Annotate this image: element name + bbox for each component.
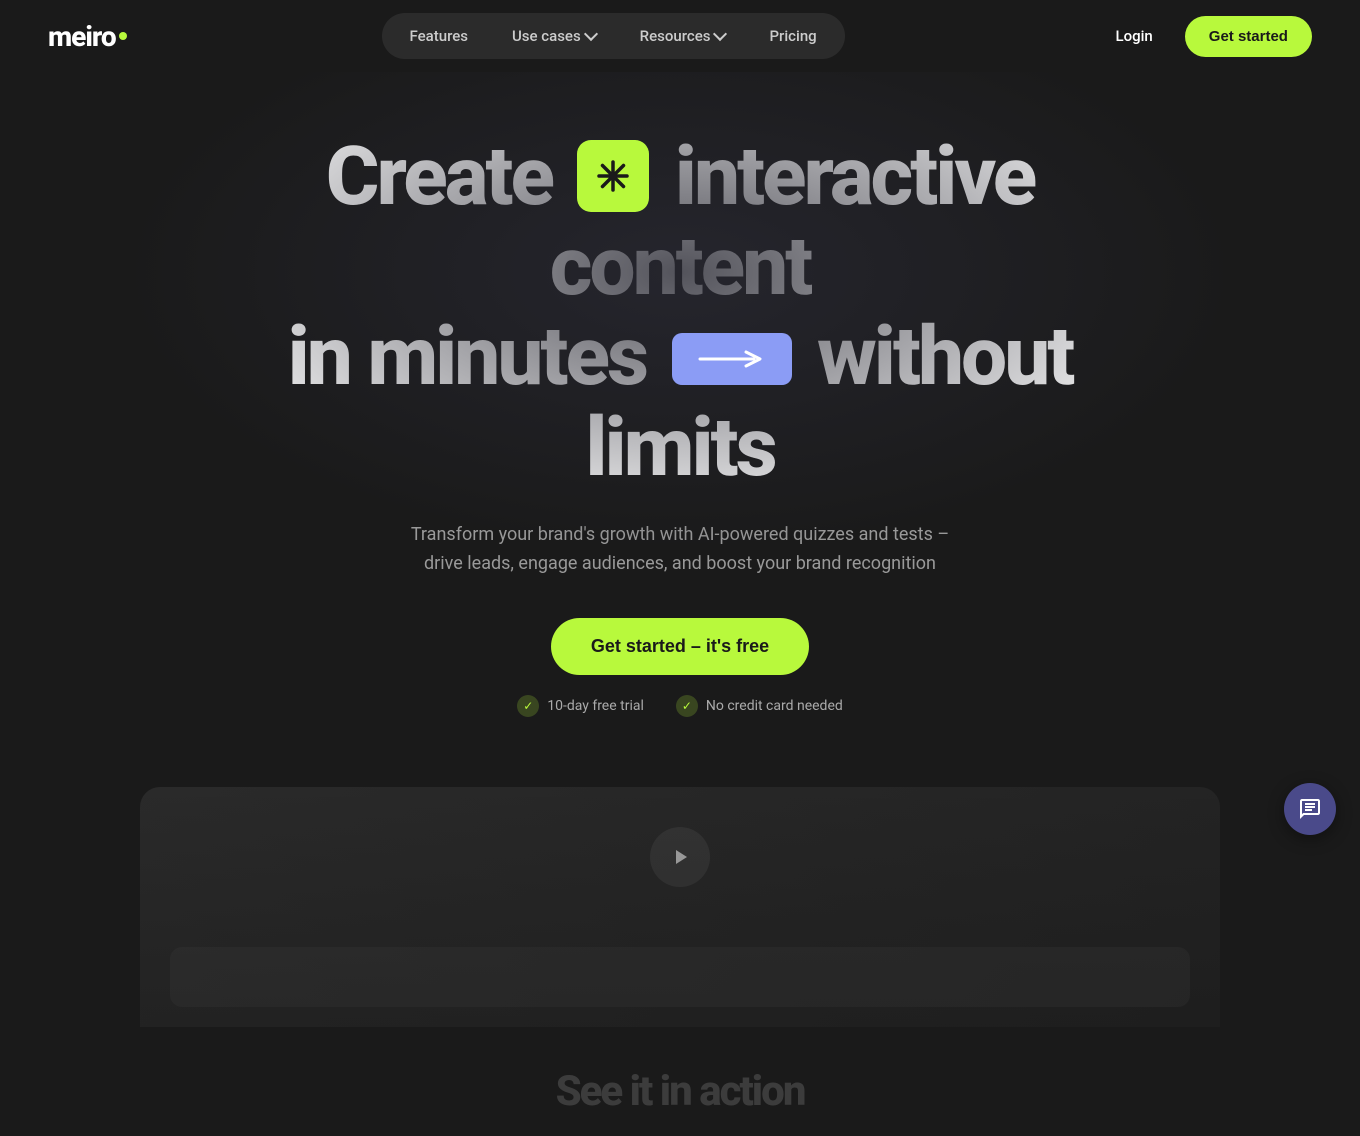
chat-icon bbox=[1298, 797, 1322, 821]
bottom-hint: See it in action bbox=[0, 1027, 1360, 1136]
navbar: meiro Features Use cases Resources Prici… bbox=[0, 0, 1360, 72]
chat-button[interactable] bbox=[1284, 783, 1336, 835]
get-started-nav-button[interactable]: Get started bbox=[1185, 16, 1312, 57]
video-content-bar bbox=[170, 947, 1190, 1007]
hero-section: Create interactive content in minutes wi… bbox=[0, 72, 1360, 777]
login-button[interactable]: Login bbox=[1099, 19, 1168, 53]
nav-right: Login Get started bbox=[1099, 16, 1312, 57]
video-section bbox=[140, 787, 1220, 1027]
ai-icon bbox=[577, 140, 649, 212]
video-wrapper bbox=[0, 787, 1360, 1027]
nav-use-cases[interactable]: Use cases bbox=[492, 19, 616, 53]
arrow-icon bbox=[672, 333, 792, 385]
logo-text: meiro bbox=[48, 20, 116, 53]
hero-title: Create interactive content in minutes wi… bbox=[230, 132, 1130, 493]
hero-title-line2: in minutes without limits bbox=[230, 312, 1130, 492]
check-icon-no-card: ✓ bbox=[676, 695, 698, 717]
logo-dot bbox=[119, 32, 127, 40]
nav-pricing[interactable]: Pricing bbox=[749, 19, 836, 53]
trust-item-no-card: ✓ No credit card needed bbox=[676, 695, 843, 717]
play-button-icon[interactable] bbox=[650, 827, 710, 887]
check-icon-trial: ✓ bbox=[517, 695, 539, 717]
nav-center: Features Use cases Resources Pricing bbox=[382, 13, 845, 59]
trust-row: ✓ 10-day free trial ✓ No credit card nee… bbox=[517, 695, 843, 717]
hero-title-line1: Create interactive content bbox=[230, 132, 1130, 312]
logo[interactable]: meiro bbox=[48, 20, 127, 53]
chevron-down-icon bbox=[713, 27, 727, 41]
hero-subtitle: Transform your brand's growth with AI-po… bbox=[390, 521, 970, 579]
chevron-down-icon bbox=[584, 27, 598, 41]
nav-features[interactable]: Features bbox=[390, 19, 488, 53]
cta-button[interactable]: Get started – it's free bbox=[551, 618, 809, 675]
nav-resources[interactable]: Resources bbox=[620, 19, 746, 53]
trust-item-trial: ✓ 10-day free trial bbox=[517, 695, 644, 717]
